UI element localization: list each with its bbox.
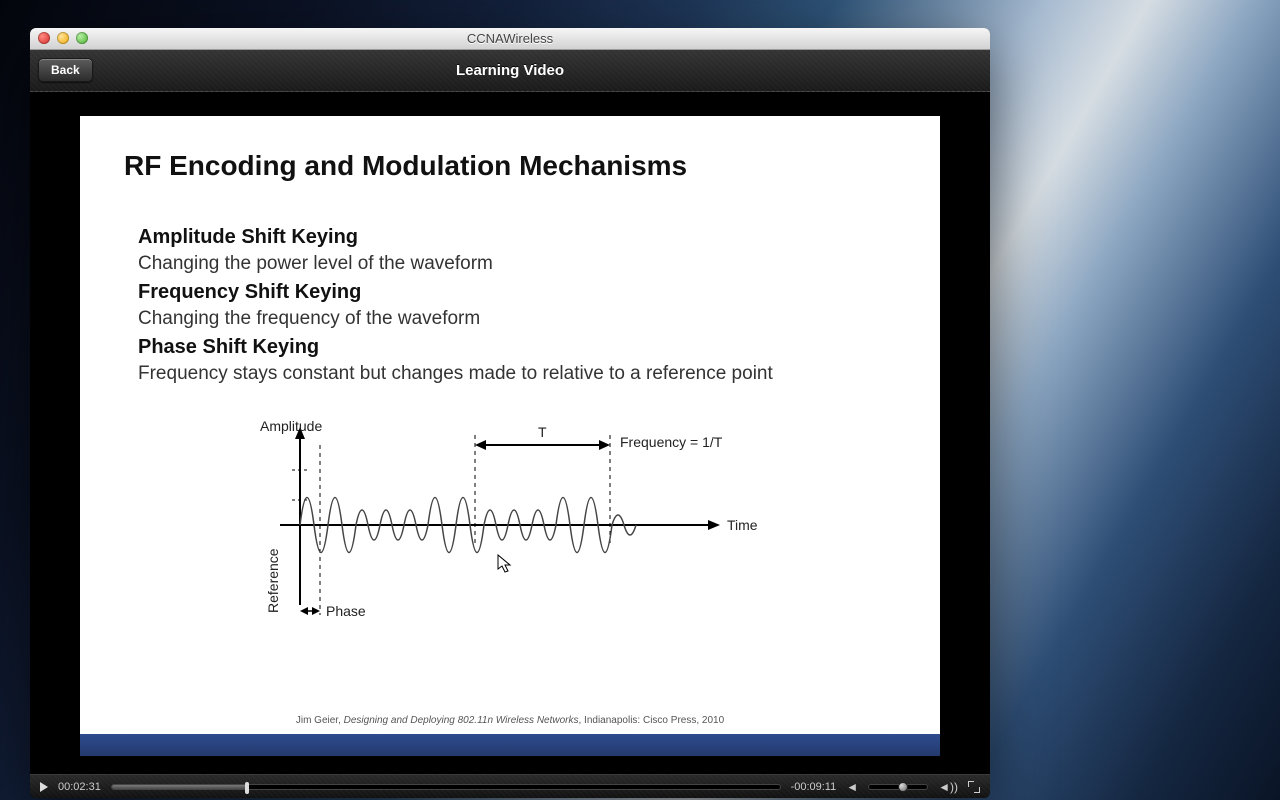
play-icon[interactable] [40,782,48,792]
item-desc: Changing the power level of the waveform [138,253,896,275]
scrubber-progress [112,785,246,789]
window-titlebar[interactable]: CCNAWireless [30,28,990,50]
app-header: Back Learning Video [30,50,990,92]
volume-high-icon[interactable]: ◄)) [938,780,958,794]
window-title: CCNAWireless [467,31,553,46]
item-desc: Changing the frequency of the waveform [138,308,896,330]
video-controls: 00:02:31 -00:09:11 ◄ ◄)) [30,774,990,798]
scrubber[interactable] [111,784,781,790]
volume-low-icon[interactable]: ◄ [846,780,858,794]
slide-body: Amplitude Shift Keying Changing the powe… [138,226,896,385]
item-heading: Frequency Shift Keying [138,281,896,304]
waveform-diagram: Amplitude Time T Frequency = 1/T Referen… [124,415,896,645]
zoom-icon[interactable] [76,32,88,44]
item-heading: Amplitude Shift Keying [138,226,896,249]
back-button-label: Back [51,63,80,77]
period-label: T [538,424,547,440]
page-title: Learning Video [456,62,564,79]
slide-footer-bar [80,734,940,756]
item-desc: Frequency stays constant but changes mad… [138,363,896,385]
traffic-lights [38,32,88,44]
desktop-wallpaper: CCNAWireless Back Learning Video RF Enco… [0,0,1280,800]
citation: Jim Geier, Designing and Deploying 802.1… [80,715,940,726]
phase-label: Phase [326,603,366,619]
slide-frame: RF Encoding and Modulation Mechanisms Am… [80,116,940,756]
video-area: RF Encoding and Modulation Mechanisms Am… [30,92,990,774]
close-icon[interactable] [38,32,50,44]
minimize-icon[interactable] [57,32,69,44]
volume-knob-icon[interactable] [898,782,908,792]
axis-label-x: Time [727,517,758,533]
reference-label: Reference [265,548,281,613]
scrubber-knob-icon[interactable] [245,782,249,794]
app-window: CCNAWireless Back Learning Video RF Enco… [30,28,990,798]
slide-title: RF Encoding and Modulation Mechanisms [124,150,896,182]
axis-label-y: Amplitude [260,418,322,434]
freq-label: Frequency = 1/T [620,434,723,450]
item-heading: Phase Shift Keying [138,336,896,359]
back-button[interactable]: Back [38,58,93,82]
volume-slider[interactable] [868,784,928,790]
time-remaining: -00:09:11 [791,781,837,793]
time-elapsed: 00:02:31 [58,781,101,793]
fullscreen-icon[interactable] [968,781,980,793]
